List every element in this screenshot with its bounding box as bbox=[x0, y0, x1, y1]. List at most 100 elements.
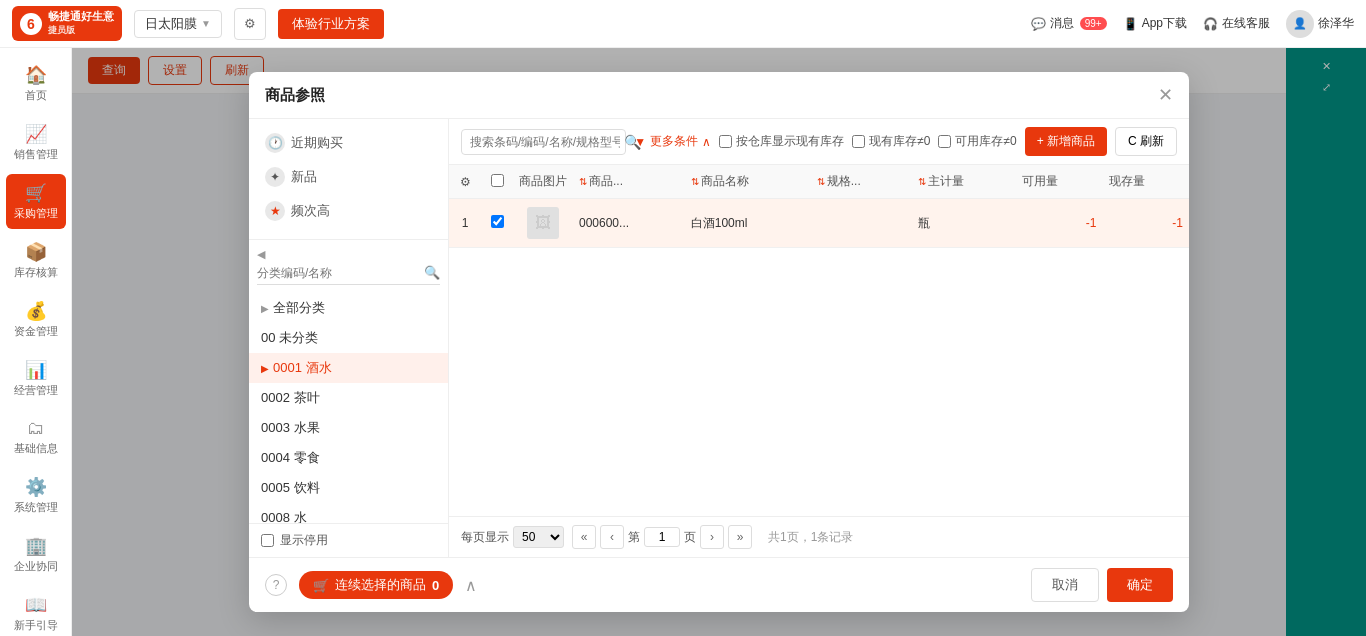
unit-header: ⇅ 主计量 bbox=[912, 165, 1016, 199]
page-navigation: « ‹ 第 页 › » bbox=[572, 525, 752, 549]
row-checkbox[interactable] bbox=[491, 215, 504, 228]
category-all[interactable]: ▶ 全部分类 bbox=[249, 293, 448, 323]
recent-tab[interactable]: 🕐 近期购买 bbox=[257, 127, 440, 159]
pagination-bar: 每页显示 50 20 100 « ‹ 第 bbox=[449, 516, 1189, 557]
store-selector[interactable]: 日太阳膜 ▼ bbox=[134, 10, 222, 38]
product-table: ⚙ 商品图片 bbox=[449, 165, 1189, 248]
row-checkbox-cell bbox=[481, 199, 513, 248]
select-all-checkbox[interactable] bbox=[491, 174, 504, 187]
config-icon[interactable]: ⚙ bbox=[460, 175, 471, 189]
modal-toolbar: 🔍 ▼ 更多条件 ∧ 按仓库显示现有库存 bbox=[449, 119, 1189, 165]
sort-name-icon[interactable]: ⇅ bbox=[691, 176, 699, 187]
left-tabs: 🕐 近期购买 ✦ 新品 ★ 频次高 bbox=[249, 119, 448, 235]
add-product-button[interactable]: + 新增商品 bbox=[1025, 127, 1107, 156]
modal-header: 商品参照 ✕ bbox=[249, 72, 1189, 119]
page-size-select[interactable]: 50 20 100 bbox=[513, 526, 564, 548]
stock-ne0-filter-label[interactable]: 现有库存≠0 bbox=[852, 133, 930, 150]
try-industry-button[interactable]: 体验行业方案 bbox=[278, 9, 384, 39]
system-icon: ⚙️ bbox=[25, 476, 47, 498]
category-search-icon[interactable]: 🔍 bbox=[424, 265, 440, 280]
help-icon[interactable]: ? bbox=[265, 574, 287, 596]
row-available-cell: -1 bbox=[1016, 199, 1102, 248]
table-row[interactable]: 1 🖼 bbox=[449, 199, 1189, 248]
row-image-cell: 🖼 bbox=[513, 199, 573, 248]
row-num: 1 bbox=[449, 199, 481, 248]
sort-spec-icon[interactable]: ⇅ bbox=[817, 176, 825, 187]
more-filter-button[interactable]: ▼ 更多条件 ∧ bbox=[634, 133, 711, 150]
app-download-item[interactable]: 📱 App下载 bbox=[1123, 15, 1187, 32]
category-search-input[interactable] bbox=[257, 266, 420, 280]
headset-icon: 🎧 bbox=[1203, 17, 1218, 31]
first-page-button[interactable]: « bbox=[572, 525, 596, 549]
enterprise-icon: 🏢 bbox=[25, 535, 47, 557]
sidebar-item-guide[interactable]: 📖 新手引导 bbox=[6, 586, 66, 636]
category-list: ▶ 全部分类 00 未分类 ▶ 0001 酒水 0002 茶 bbox=[249, 293, 448, 523]
frequent-tab[interactable]: ★ 频次高 bbox=[257, 195, 440, 227]
category-0004[interactable]: 0004 零食 bbox=[249, 443, 448, 473]
sort-unit-icon[interactable]: ⇅ bbox=[918, 176, 926, 187]
collapse-cart-button[interactable]: ∧ bbox=[465, 576, 477, 595]
inventory-icon: 📦 bbox=[25, 241, 47, 263]
product-image: 🖼 bbox=[527, 207, 559, 239]
settings-icon[interactable]: ⚙ bbox=[234, 8, 266, 40]
category-0008[interactable]: 0008 水 bbox=[249, 503, 448, 523]
dropdown-arrow-icon: ▼ bbox=[201, 18, 211, 29]
category-0002[interactable]: 0002 茶叶 bbox=[249, 383, 448, 413]
stock-ne0-checkbox[interactable] bbox=[852, 135, 865, 148]
row-spec-cell bbox=[811, 199, 912, 248]
product-reference-modal: 商品参照 ✕ 🕐 近期购买 ✦ bbox=[249, 72, 1189, 612]
product-search-box: 🔍 bbox=[461, 129, 626, 155]
cancel-button[interactable]: 取消 bbox=[1031, 568, 1099, 602]
confirm-button[interactable]: 确定 bbox=[1107, 568, 1173, 602]
message-icon: 💬 bbox=[1031, 17, 1046, 31]
warehouse-filter-label[interactable]: 按仓库显示现有库存 bbox=[719, 133, 844, 150]
toolbar-right-actions: + 新增商品 C 刷新 bbox=[1025, 127, 1177, 156]
cart-button[interactable]: 🛒 连续选择的商品 0 bbox=[299, 571, 453, 599]
footer-actions: 取消 确定 bbox=[1031, 568, 1173, 602]
all-arrow-icon: ▶ bbox=[261, 303, 269, 314]
avail-ne0-filter-label[interactable]: 可用库存≠0 bbox=[938, 133, 1016, 150]
product-search-input[interactable] bbox=[470, 135, 620, 149]
warehouse-filter-checkbox[interactable] bbox=[719, 135, 732, 148]
phone-icon: 📱 bbox=[1123, 17, 1138, 31]
row-stock-cell: -1 bbox=[1103, 199, 1189, 248]
sort-code-icon[interactable]: ⇅ bbox=[579, 176, 587, 187]
logo: 6 畅捷通好生意 捷员版 bbox=[12, 6, 122, 40]
new-product-tab[interactable]: ✦ 新品 bbox=[257, 161, 440, 193]
category-0003[interactable]: 0003 水果 bbox=[249, 413, 448, 443]
category-00[interactable]: 00 未分类 bbox=[249, 323, 448, 353]
sidebar-item-home[interactable]: 🏠 首页 bbox=[6, 56, 66, 111]
category-0001[interactable]: ▶ 0001 酒水 bbox=[249, 353, 448, 383]
page-info: 共1页，1条记录 bbox=[768, 529, 853, 546]
sidebar-item-inventory[interactable]: 📦 库存核算 bbox=[6, 233, 66, 288]
sidebar-item-sales[interactable]: 📈 销售管理 bbox=[6, 115, 66, 170]
modal-close-button[interactable]: ✕ bbox=[1158, 84, 1173, 106]
row-name-cell: 白酒100ml bbox=[685, 199, 811, 248]
sidebar-item-finance[interactable]: 💰 资金管理 bbox=[6, 292, 66, 347]
last-page-button[interactable]: » bbox=[728, 525, 752, 549]
row-code-cell: 000600... bbox=[573, 199, 685, 248]
next-page-button[interactable]: › bbox=[700, 525, 724, 549]
show-disabled-label[interactable]: 显示停用 bbox=[280, 532, 328, 549]
page-number-input[interactable] bbox=[644, 527, 680, 547]
sidebar-item-purchase[interactable]: 🛒 采购管理 bbox=[6, 174, 66, 229]
sidebar-item-system[interactable]: ⚙️ 系统管理 bbox=[6, 468, 66, 523]
logo-circle: 6 bbox=[20, 13, 42, 35]
finance-icon: 💰 bbox=[25, 300, 47, 322]
active-arrow-icon: ▶ bbox=[261, 363, 269, 374]
refresh-table-button[interactable]: C 刷新 bbox=[1115, 127, 1177, 156]
show-disabled-checkbox[interactable] bbox=[261, 534, 274, 547]
category-0005[interactable]: 0005 饮料 bbox=[249, 473, 448, 503]
sidebar-item-basic[interactable]: 🗂 基础信息 bbox=[6, 410, 66, 464]
message-nav-item[interactable]: 💬 消息 99+ bbox=[1031, 15, 1107, 32]
modal-title: 商品参照 bbox=[265, 86, 325, 105]
spec-header: ⇅ 规格... bbox=[811, 165, 912, 199]
sidebar-item-enterprise[interactable]: 🏢 企业协同 bbox=[6, 527, 66, 582]
online-service-item[interactable]: 🎧 在线客服 bbox=[1203, 15, 1270, 32]
avail-ne0-checkbox[interactable] bbox=[938, 135, 951, 148]
collapse-hint: ◀ bbox=[257, 248, 440, 261]
prev-page-button[interactable]: ‹ bbox=[600, 525, 624, 549]
sidebar-item-operations[interactable]: 📊 经营管理 bbox=[6, 351, 66, 406]
user-avatar-item[interactable]: 👤 徐泽华 bbox=[1286, 10, 1354, 38]
config-header: ⚙ bbox=[449, 165, 481, 199]
